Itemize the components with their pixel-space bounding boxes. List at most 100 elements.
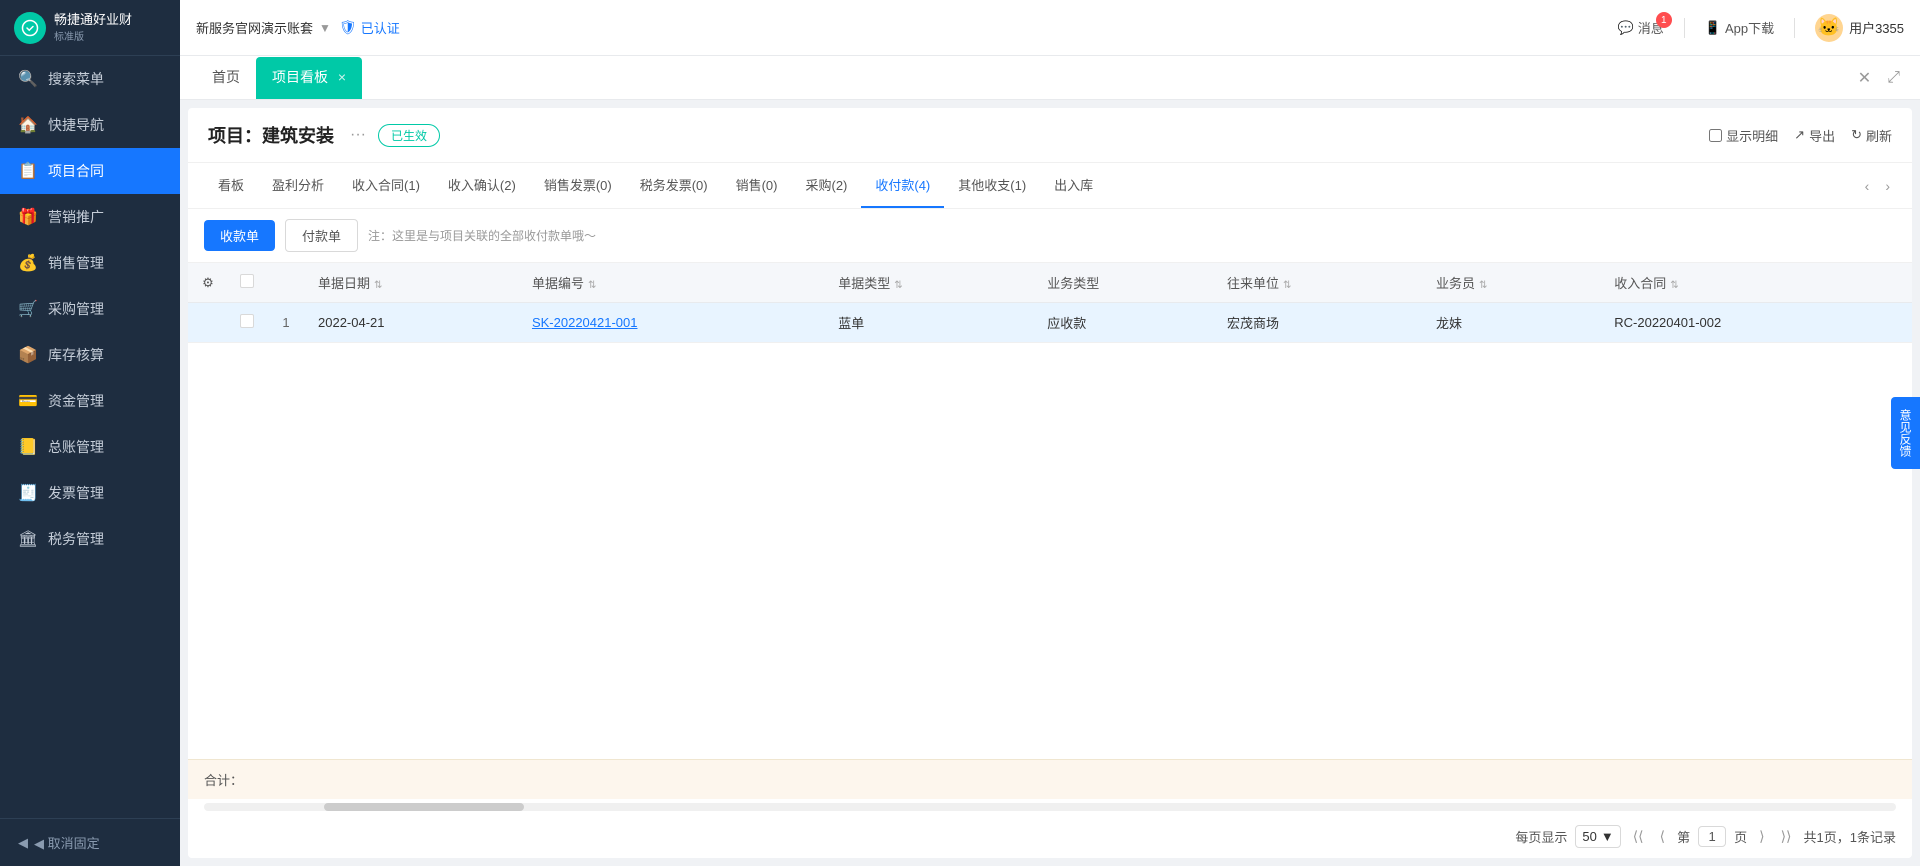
next-page-button[interactable]: ⟩ xyxy=(1755,826,1768,847)
th-biz-type: 业务类型 xyxy=(1035,263,1215,303)
th-settings[interactable]: ⚙ xyxy=(188,263,228,303)
sub-tab-prev-button[interactable]: ‹ xyxy=(1859,174,1876,198)
project-status-badge: 已生效 xyxy=(378,124,440,147)
sub-tab-purchase[interactable]: 采购(2) xyxy=(791,163,861,208)
tab-project-board[interactable]: 项目看板 × xyxy=(256,57,362,99)
th-checkbox[interactable] xyxy=(228,263,266,303)
show-detail-checkbox[interactable]: 显示明细 xyxy=(1709,126,1778,145)
sub-tab-profit[interactable]: 盈利分析 xyxy=(258,163,338,208)
table-header-row: ⚙ 单据日期⇅ 单据编号⇅ 单据类型⇅ 业务类型 往来单位⇅ 业务员⇅ 收入合同… xyxy=(188,263,1912,303)
th-num xyxy=(266,263,306,303)
td-checkbox[interactable] xyxy=(228,303,266,343)
user-menu[interactable]: 🐱 用户3355 xyxy=(1815,14,1904,42)
sub-tab-income-contract[interactable]: 收入合同(1) xyxy=(338,163,434,208)
sub-tab-sales[interactable]: 销售(0) xyxy=(722,163,792,208)
per-page-select[interactable]: 50 ▼ xyxy=(1575,825,1620,848)
app-download-button[interactable]: 📱 App下载 xyxy=(1705,18,1774,37)
sub-tab-sales-invoice[interactable]: 销售发票(0) xyxy=(530,163,626,208)
sidebar-item-invoice[interactable]: 🧾 发票管理 xyxy=(0,470,180,516)
first-page-button[interactable]: ⟨⟨ xyxy=(1629,826,1648,847)
sub-tab-other[interactable]: 其他收支(1) xyxy=(944,163,1040,208)
header-checkbox[interactable] xyxy=(240,274,254,288)
sub-tab-inventory[interactable]: 出入库 xyxy=(1040,163,1107,208)
sub-tab-receipts[interactable]: 收付款(4) xyxy=(861,163,944,208)
sidebar-item-marketing[interactable]: 🎁 营销推广 xyxy=(0,194,180,240)
filter-row: 收款单 付款单 注：这里是与项目关联的全部收付款单哦～ xyxy=(188,209,1912,263)
app-edition: 标准版 xyxy=(54,28,132,43)
th-code[interactable]: 单据编号⇅ xyxy=(520,263,826,303)
th-type[interactable]: 单据类型⇅ xyxy=(826,263,1035,303)
per-page-label: 每页显示 xyxy=(1515,827,1567,846)
prev-page-button[interactable]: ⟨ xyxy=(1656,826,1669,847)
sub-tab-next-button[interactable]: › xyxy=(1879,174,1896,198)
sidebar-item-ledger[interactable]: 📒 总账管理 xyxy=(0,424,180,470)
refresh-icon: ↻ xyxy=(1851,127,1862,143)
user-label: 用户3355 xyxy=(1849,18,1904,37)
sidebar-item-purchase[interactable]: 🛒 采购管理 xyxy=(0,286,180,332)
sub-tab-board[interactable]: 看板 xyxy=(204,163,258,208)
scrollbar-thumb[interactable] xyxy=(324,803,524,811)
window-close-button[interactable]: ✕ xyxy=(1854,64,1875,92)
sidebar-item-capital[interactable]: 💳 资金管理 xyxy=(0,378,180,424)
refresh-button[interactable]: ↻ 刷新 xyxy=(1851,126,1892,145)
show-detail-input[interactable] xyxy=(1709,129,1722,142)
sidebar-item-label: 搜索菜单 xyxy=(48,69,104,89)
tab-close-icon[interactable]: × xyxy=(338,69,346,85)
chevron-down-icon: ▼ xyxy=(1601,829,1614,844)
tab-home[interactable]: 首页 xyxy=(196,57,256,99)
sidebar-unpin-button[interactable]: ◀ ◀︎ 取消固定 xyxy=(0,818,180,866)
total-info: 共1页，1条记录 xyxy=(1804,827,1896,846)
sub-tab-income-confirm[interactable]: 收入确认(2) xyxy=(434,163,530,208)
payments-tab-button[interactable]: 付款单 xyxy=(285,219,358,252)
sidebar-item-label: 发票管理 xyxy=(48,483,104,503)
sidebar-item-label: 资金管理 xyxy=(48,391,104,411)
avatar: 🐱 xyxy=(1815,14,1843,42)
export-button[interactable]: ↗ 导出 xyxy=(1794,126,1835,145)
sidebar-item-inventory[interactable]: 📦 库存核算 xyxy=(0,332,180,378)
certified-badge: 🛡 已认证 xyxy=(339,18,400,37)
sidebar-item-sales[interactable]: 💰 销售管理 xyxy=(0,240,180,286)
contract-icon: 📋 xyxy=(18,161,38,181)
main-area: 新服务官网演示账套 ▼ 🛡 已认证 💬 消息 1 📱 App下载 🐱 用 xyxy=(180,0,1920,866)
topbar-right: 💬 消息 1 📱 App下载 🐱 用户3355 xyxy=(1618,14,1904,42)
sidebar-item-search[interactable]: 🔍 搜索菜单 xyxy=(0,56,180,102)
tax-icon: 🏛 xyxy=(18,529,38,549)
tab-home-label: 首页 xyxy=(212,69,240,85)
account-selector[interactable]: 新服务官网演示账套 ▼ xyxy=(196,18,331,37)
th-date[interactable]: 单据日期⇅ xyxy=(306,263,520,303)
row-checkbox[interactable] xyxy=(240,314,254,328)
th-partner[interactable]: 往来单位⇅ xyxy=(1215,263,1424,303)
horizontal-scrollbar[interactable] xyxy=(204,803,1896,811)
app-logo-icon xyxy=(14,12,46,44)
topbar: 新服务官网演示账套 ▼ 🛡 已认证 💬 消息 1 📱 App下载 🐱 用 xyxy=(180,0,1920,56)
th-contract[interactable]: 收入合同⇅ xyxy=(1602,263,1912,303)
td-code[interactable]: SK-20220421-001 xyxy=(520,303,826,343)
feedback-button[interactable]: 意见反馈 xyxy=(1891,397,1920,469)
project-header: 项目：建筑安装 ··· 已生效 显示明细 ↗ 导出 ↻ 刷新 xyxy=(188,108,1912,163)
table-area: ⚙ 单据日期⇅ 单据编号⇅ 单据类型⇅ 业务类型 往来单位⇅ 业务员⇅ 收入合同… xyxy=(188,263,1912,759)
sidebar-item-nav[interactable]: 🏠 快捷导航 xyxy=(0,102,180,148)
sidebar-item-label: 税务管理 xyxy=(48,529,104,549)
scrollbar-row xyxy=(188,799,1912,815)
unpin-label: ◀︎ 取消固定 xyxy=(34,833,100,852)
th-salesman[interactable]: 业务员⇅ xyxy=(1424,263,1602,303)
sidebar-item-label: 营销推广 xyxy=(48,207,104,227)
current-page: 1 xyxy=(1698,826,1726,847)
sub-tab-tax-invoice[interactable]: 税务发票(0) xyxy=(626,163,722,208)
sidebar-item-contract[interactable]: 📋 项目合同 xyxy=(0,148,180,194)
sidebar-nav: 🔍 搜索菜单 🏠 快捷导航 📋 项目合同 🎁 营销推广 💰 销售管理 🛒 采购管… xyxy=(0,56,180,818)
messages-button[interactable]: 💬 消息 1 xyxy=(1618,18,1664,37)
window-maximize-button[interactable]: ⤢ xyxy=(1883,64,1904,92)
chevron-down-icon: ▼ xyxy=(319,21,331,35)
last-page-button[interactable]: ⟩⟩ xyxy=(1777,826,1796,847)
table-row: 1 2022-04-21 SK-20220421-001 蓝单 应收款 宏茂商场… xyxy=(188,303,1912,343)
marketing-icon: 🎁 xyxy=(18,207,38,227)
topbar-divider xyxy=(1684,18,1685,38)
message-badge: 1 xyxy=(1656,12,1672,28)
sidebar-item-tax[interactable]: 🏛 税务管理 xyxy=(0,516,180,562)
show-detail-label: 显示明细 xyxy=(1726,126,1778,145)
capital-icon: 💳 xyxy=(18,391,38,411)
project-more-button[interactable]: ··· xyxy=(350,126,366,144)
sub-tabs: 看板 盈利分析 收入合同(1) 收入确认(2) 销售发票(0) 税务发票(0) … xyxy=(188,163,1912,209)
receipts-tab-button[interactable]: 收款单 xyxy=(204,220,275,251)
